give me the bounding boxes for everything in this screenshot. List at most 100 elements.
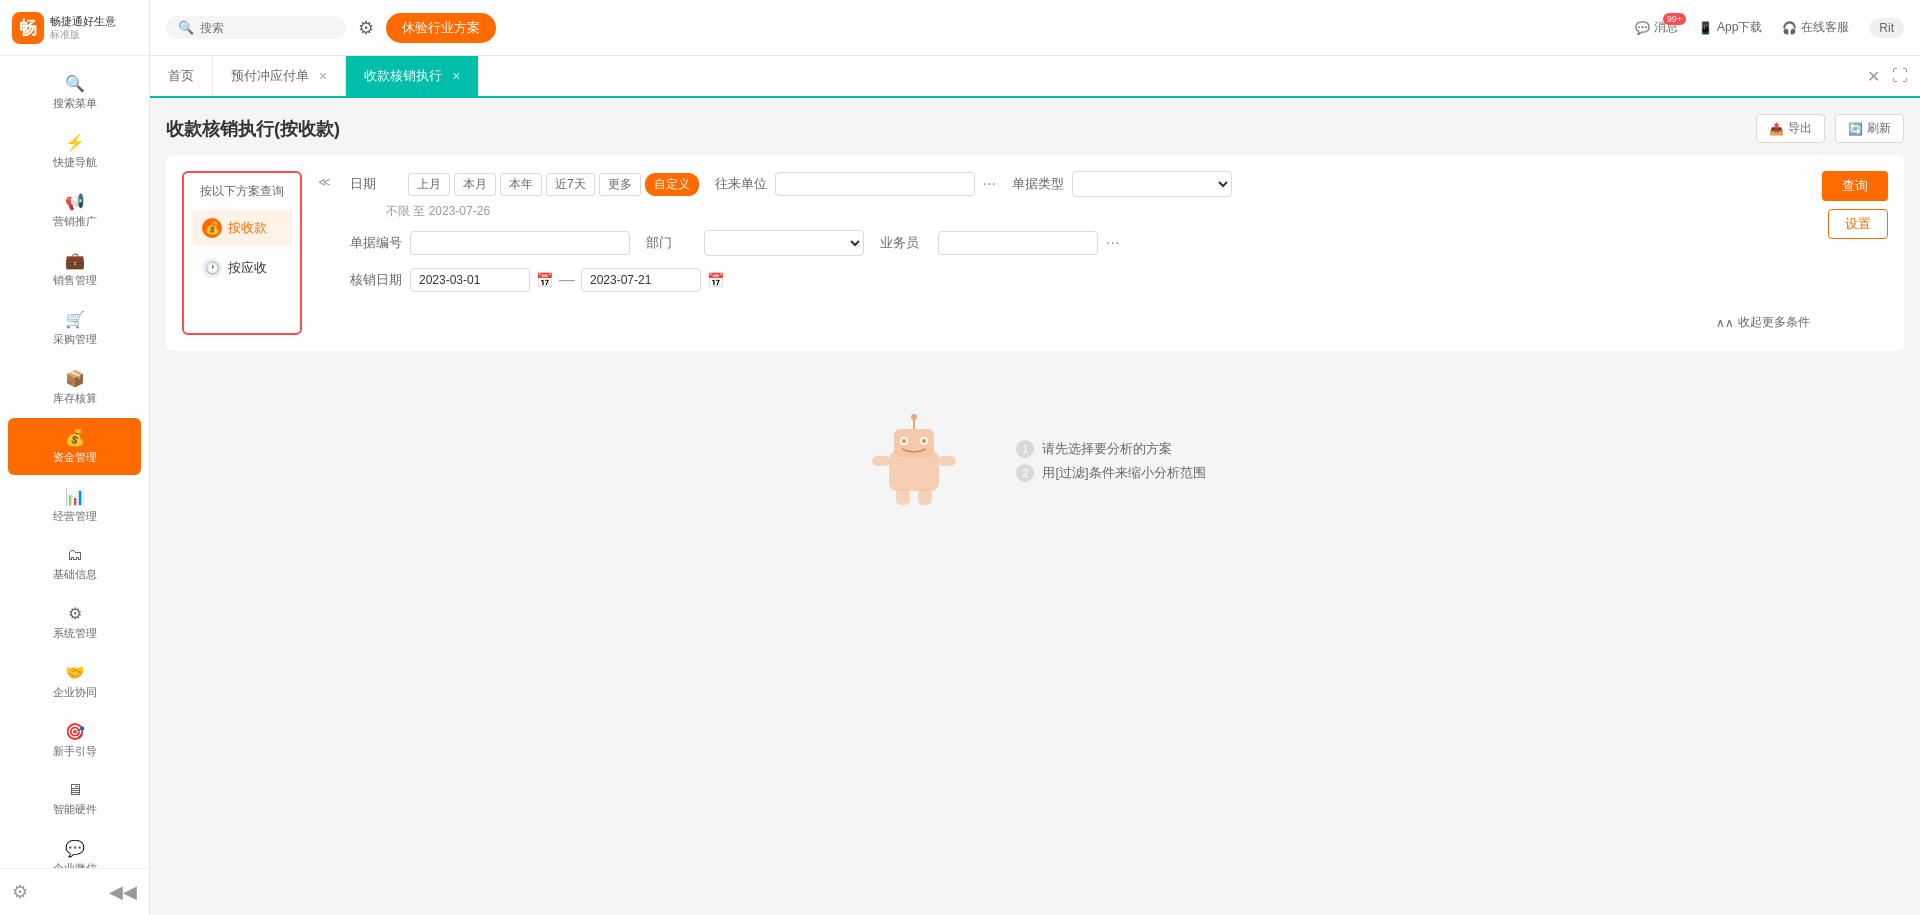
refresh-icon: 🔄 — [1848, 122, 1863, 136]
bill-type-label: 单据类型 — [1012, 175, 1064, 193]
search-icon: 🔍 — [65, 74, 85, 93]
filter-row-billno: 单据编号 部门 业务员 — [350, 230, 1810, 256]
sidebar-item-finance[interactable]: 💰 资金管理 — [8, 418, 141, 475]
content-area: 收款核销执行(按收款) 📤 导出 🔄 刷新 按以下方案查询 💰 按收款 — [150, 98, 1920, 915]
topbar-right: 💬 消息 99+ 📱 App下载 🎧 在线客服 Rit — [1635, 18, 1904, 38]
tab-prepay[interactable]: 预付冲应付单 × — [213, 56, 346, 96]
date-label: 日期 — [350, 175, 400, 193]
billno-input[interactable] — [410, 231, 630, 255]
bill-type-field: 单据类型 — [1012, 171, 1232, 197]
tab-prepay-close[interactable]: × — [319, 68, 327, 84]
tab-expand-icon[interactable]: ⛶ — [1892, 67, 1908, 85]
sidebar-item-management[interactable]: 📊 经营管理 — [8, 477, 141, 534]
settings-bottom-icon[interactable]: ⚙ — [12, 881, 28, 903]
page-actions: 📤 导出 🔄 刷新 — [1756, 114, 1904, 143]
svg-rect-11 — [918, 489, 932, 505]
date-btn-custom[interactable]: 自定义 — [645, 173, 699, 196]
svg-rect-1 — [894, 429, 934, 457]
tab-collect-close[interactable]: × — [452, 68, 460, 84]
date-btn-thismonth[interactable]: 本月 — [454, 173, 496, 196]
logo: 畅 畅捷通好生意 标准版 — [0, 0, 149, 56]
message-badge: 99+ — [1663, 13, 1686, 25]
hardware-icon: 🖥 — [67, 781, 83, 799]
filter-collapse-button[interactable]: ≪ — [318, 171, 338, 335]
dept-field: 部门 — [646, 230, 864, 256]
verify-date-start-calendar-icon[interactable]: 📅 — [536, 272, 553, 288]
date-btn-more[interactable]: 更多 — [599, 173, 641, 196]
topbar-gear-icon[interactable]: ⚙ — [358, 17, 374, 39]
partner-input[interactable] — [775, 172, 975, 196]
sidebar-item-system[interactable]: ⚙ 系统管理 — [8, 594, 141, 651]
verify-date-end-calendar-icon[interactable]: 📅 — [707, 272, 724, 288]
verify-date-end-input[interactable] — [581, 268, 701, 292]
online-service-button[interactable]: 🎧 在线客服 — [1782, 19, 1849, 36]
staff-label: 业务员 — [880, 234, 930, 252]
tab-bar: 首页 预付冲应付单 × 收款核销执行 × ✕ ⛶ — [150, 56, 1920, 98]
query-button[interactable]: 查询 — [1822, 171, 1888, 201]
svg-point-7 — [911, 414, 917, 420]
verify-date-start-input[interactable] — [410, 268, 530, 292]
industry-solution-button[interactable]: 休验行业方案 — [386, 13, 496, 43]
sidebar-item-guide[interactable]: 🎯 新手引导 — [8, 712, 141, 769]
logo-text: 畅捷通好生意 标准版 — [50, 14, 116, 41]
filter-option-by-receivable[interactable]: 🕐 按应收 — [192, 250, 292, 286]
sidebar-item-collab[interactable]: 🤝 企业协同 — [8, 653, 141, 710]
date-field: 日期 上月 本月 本年 近7天 更多 自定义 — [350, 173, 699, 196]
bill-type-select[interactable] — [1072, 171, 1232, 197]
sidebar: 畅 畅捷通好生意 标准版 🔍 搜索菜单 ⚡ 快捷导航 📢 营销推广 💼 销售管理… — [0, 0, 150, 915]
logo-icon: 畅 — [12, 12, 44, 44]
svg-point-4 — [902, 439, 906, 443]
step-2-text: 用[过滤]条件来缩小分析范围 — [1042, 464, 1205, 482]
app-download-button[interactable]: 📱 App下载 — [1698, 19, 1762, 36]
message-button[interactable]: 💬 消息 99+ — [1635, 19, 1678, 36]
filter-sidebar: 按以下方案查询 💰 按收款 🕐 按应收 — [182, 171, 302, 335]
inventory-icon: 📦 — [65, 369, 85, 388]
staff-dots-icon[interactable]: ··· — [1106, 234, 1119, 252]
sidebar-item-purchase[interactable]: 🛒 采购管理 — [8, 300, 141, 357]
collapse-more-button[interactable]: ∧∧ 收起更多条件 — [1716, 314, 1810, 331]
user-profile-button[interactable]: Rit — [1869, 18, 1904, 38]
step-2-number: 2 — [1016, 464, 1034, 482]
sidebar-item-quicknav[interactable]: ⚡ 快捷导航 — [8, 123, 141, 180]
collab-icon: 🤝 — [65, 663, 85, 682]
partner-label: 往来单位 — [715, 175, 767, 193]
date-btn-lastmonth[interactable]: 上月 — [408, 173, 450, 196]
quick-nav-icon: ⚡ — [65, 133, 85, 152]
svg-point-5 — [922, 439, 926, 443]
marketing-icon: 📢 — [65, 192, 85, 211]
export-icon: 📤 — [1769, 122, 1784, 136]
page-title: 收款核销执行(按收款) — [166, 117, 340, 141]
filter-main: 日期 上月 本月 本年 近7天 更多 自定义 — [350, 171, 1888, 335]
sidebar-bottom: ⚙ ◀◀ — [0, 868, 149, 915]
filter-option-by-collect[interactable]: 💰 按收款 — [192, 210, 292, 246]
export-button[interactable]: 📤 导出 — [1756, 114, 1825, 143]
svg-rect-10 — [896, 489, 910, 505]
staff-input[interactable] — [938, 231, 1098, 255]
sidebar-item-basicinfo[interactable]: 🗂 基础信息 — [8, 536, 141, 592]
date-btn-7days[interactable]: 近7天 — [546, 173, 595, 196]
refresh-button[interactable]: 🔄 刷新 — [1835, 114, 1904, 143]
step-1-text: 请先选择要分析的方案 — [1042, 440, 1172, 458]
sidebar-item-marketing[interactable]: 📢 营销推广 — [8, 182, 141, 239]
sidebar-item-search[interactable]: 🔍 搜索菜单 — [8, 64, 141, 121]
sidebar-item-weixin[interactable]: 💬 企业微信 — [8, 829, 141, 868]
collapse-sidebar-icon[interactable]: ◀◀ — [109, 881, 137, 903]
search-topbar-icon: 🔍 — [178, 20, 194, 35]
partner-dots-icon[interactable]: ··· — [983, 175, 996, 193]
topbar: 🔍 ⚙ 休验行业方案 💬 消息 99+ 📱 App下载 🎧 在线客服 Rit — [150, 0, 1920, 56]
filter-settings-button[interactable]: 设置 — [1828, 209, 1888, 239]
weixin-icon: 💬 — [65, 839, 85, 858]
sidebar-item-sales[interactable]: 💼 销售管理 — [8, 241, 141, 298]
message-icon: 💬 — [1635, 21, 1650, 35]
search-input[interactable] — [200, 21, 320, 35]
tab-close-all-icon[interactable]: ✕ — [1867, 67, 1880, 86]
tab-collect[interactable]: 收款核销执行 × — [346, 56, 479, 96]
tab-home[interactable]: 首页 — [150, 56, 213, 96]
date-btn-thisyear[interactable]: 本年 — [500, 173, 542, 196]
date-no-limit-text: 不限 至 2023-07-26 — [386, 204, 490, 218]
sidebar-item-inventory[interactable]: 📦 库存核算 — [8, 359, 141, 416]
double-arrow-left-icon: ≪ — [318, 175, 331, 189]
dept-select[interactable] — [704, 230, 864, 256]
empty-steps: 1 请先选择要分析的方案 2 用[过滤]条件来缩小分析范围 — [1016, 440, 1205, 482]
sidebar-item-hardware[interactable]: 🖥 智能硬件 — [8, 771, 141, 827]
